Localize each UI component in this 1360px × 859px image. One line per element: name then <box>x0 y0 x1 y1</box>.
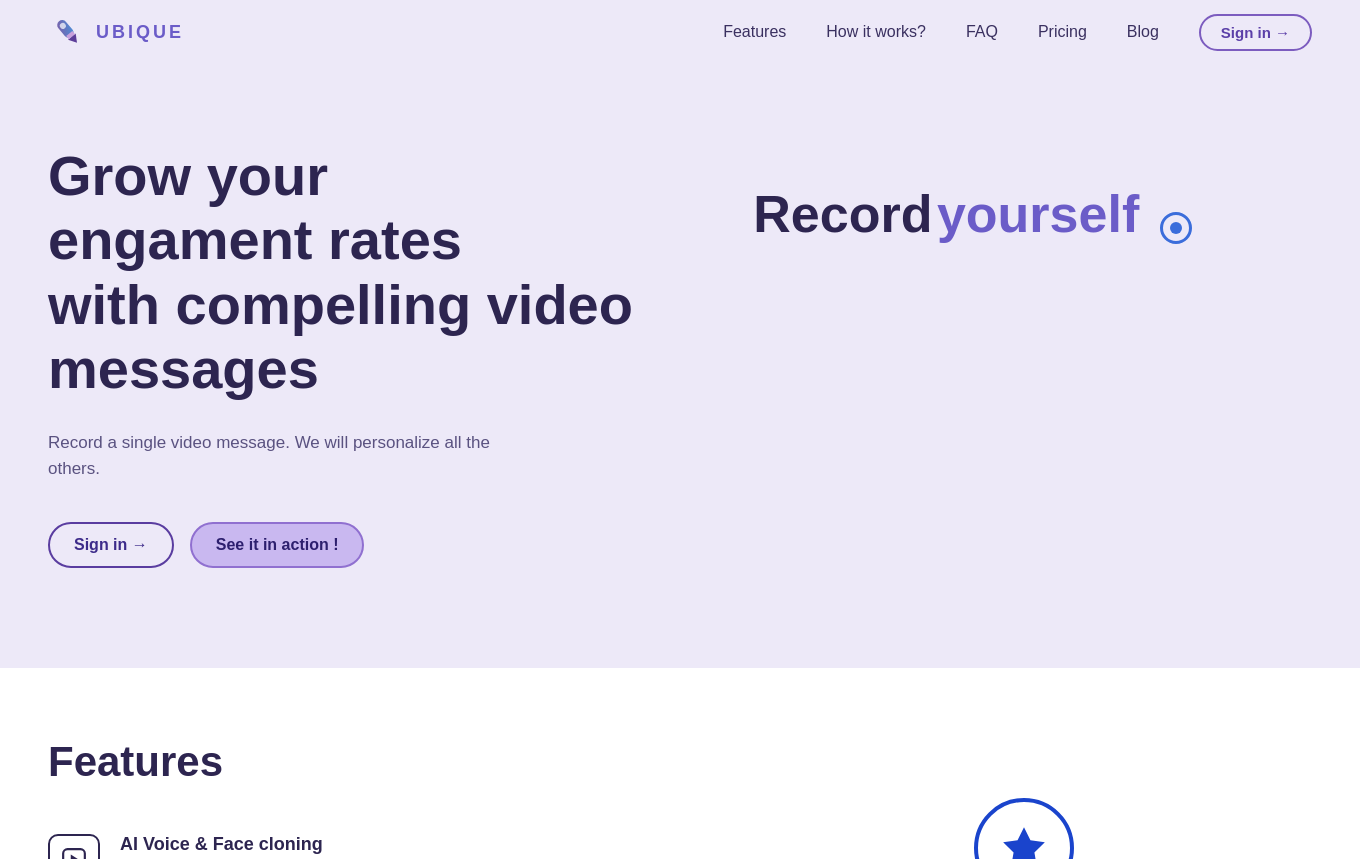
svg-marker-9 <box>1003 827 1045 859</box>
record-label: Record <box>753 185 932 243</box>
hero-title-line1: Grow your <box>48 144 328 207</box>
hero-left: Grow your engament rates with compelling… <box>48 144 633 568</box>
nav-links: Features How it works? FAQ Pricing Blog … <box>723 14 1312 51</box>
nav-link-pricing[interactable]: Pricing <box>1038 23 1087 41</box>
features-right <box>736 738 1312 859</box>
record-circle-icon <box>1160 212 1192 244</box>
hero-title-line2: engament rates <box>48 208 462 271</box>
nav-link-how-it-works[interactable]: How it works? <box>826 23 926 41</box>
hero-signin-button[interactable]: Sign in → <box>48 522 174 568</box>
record-display: Record yourself <box>753 184 1191 244</box>
nav-link-blog[interactable]: Blog <box>1127 23 1159 41</box>
features-section: Features AI Voice & Face cloning Start u… <box>0 668 1360 859</box>
feature-text-voice-face: AI Voice & Face cloning Start using our … <box>120 834 688 859</box>
logo[interactable]: UBIQUE <box>48 12 184 52</box>
navbar: UBIQUE Features How it works? FAQ Pricin… <box>0 0 1360 64</box>
play-icon <box>61 847 87 859</box>
star-icon-top <box>999 823 1049 859</box>
features-title: Features <box>48 738 688 786</box>
hero-title: Grow your engament rates with compelling… <box>48 144 633 402</box>
star-circle-top <box>974 798 1074 859</box>
feature-title-voice-face: AI Voice & Face cloning <box>120 834 688 855</box>
svg-marker-6 <box>71 855 80 859</box>
features-left: Features AI Voice & Face cloning Start u… <box>48 738 688 859</box>
hero-subtitle: Record a single video message. We will p… <box>48 430 528 483</box>
hero-title-line4: messages <box>48 337 319 400</box>
hero-title-line3: with compelling video <box>48 273 633 336</box>
hero-section: Grow your engament rates with compelling… <box>0 64 1360 668</box>
feature-item-voice-face: AI Voice & Face cloning Start using our … <box>48 834 688 859</box>
nav-link-features[interactable]: Features <box>723 23 786 41</box>
hero-buttons: Sign in → See it in action ! <box>48 522 633 568</box>
logo-text: UBIQUE <box>96 22 184 43</box>
nav-signin-button[interactable]: Sign in → <box>1199 14 1312 51</box>
record-yourself-label: yourself <box>937 185 1154 243</box>
play-icon-container <box>48 834 100 859</box>
nav-link-faq[interactable]: FAQ <box>966 23 998 41</box>
logo-icon <box>48 12 88 52</box>
stars-graphic <box>914 798 1134 859</box>
hero-right: Record yourself <box>633 144 1312 244</box>
hero-action-button[interactable]: See it in action ! <box>190 522 365 568</box>
